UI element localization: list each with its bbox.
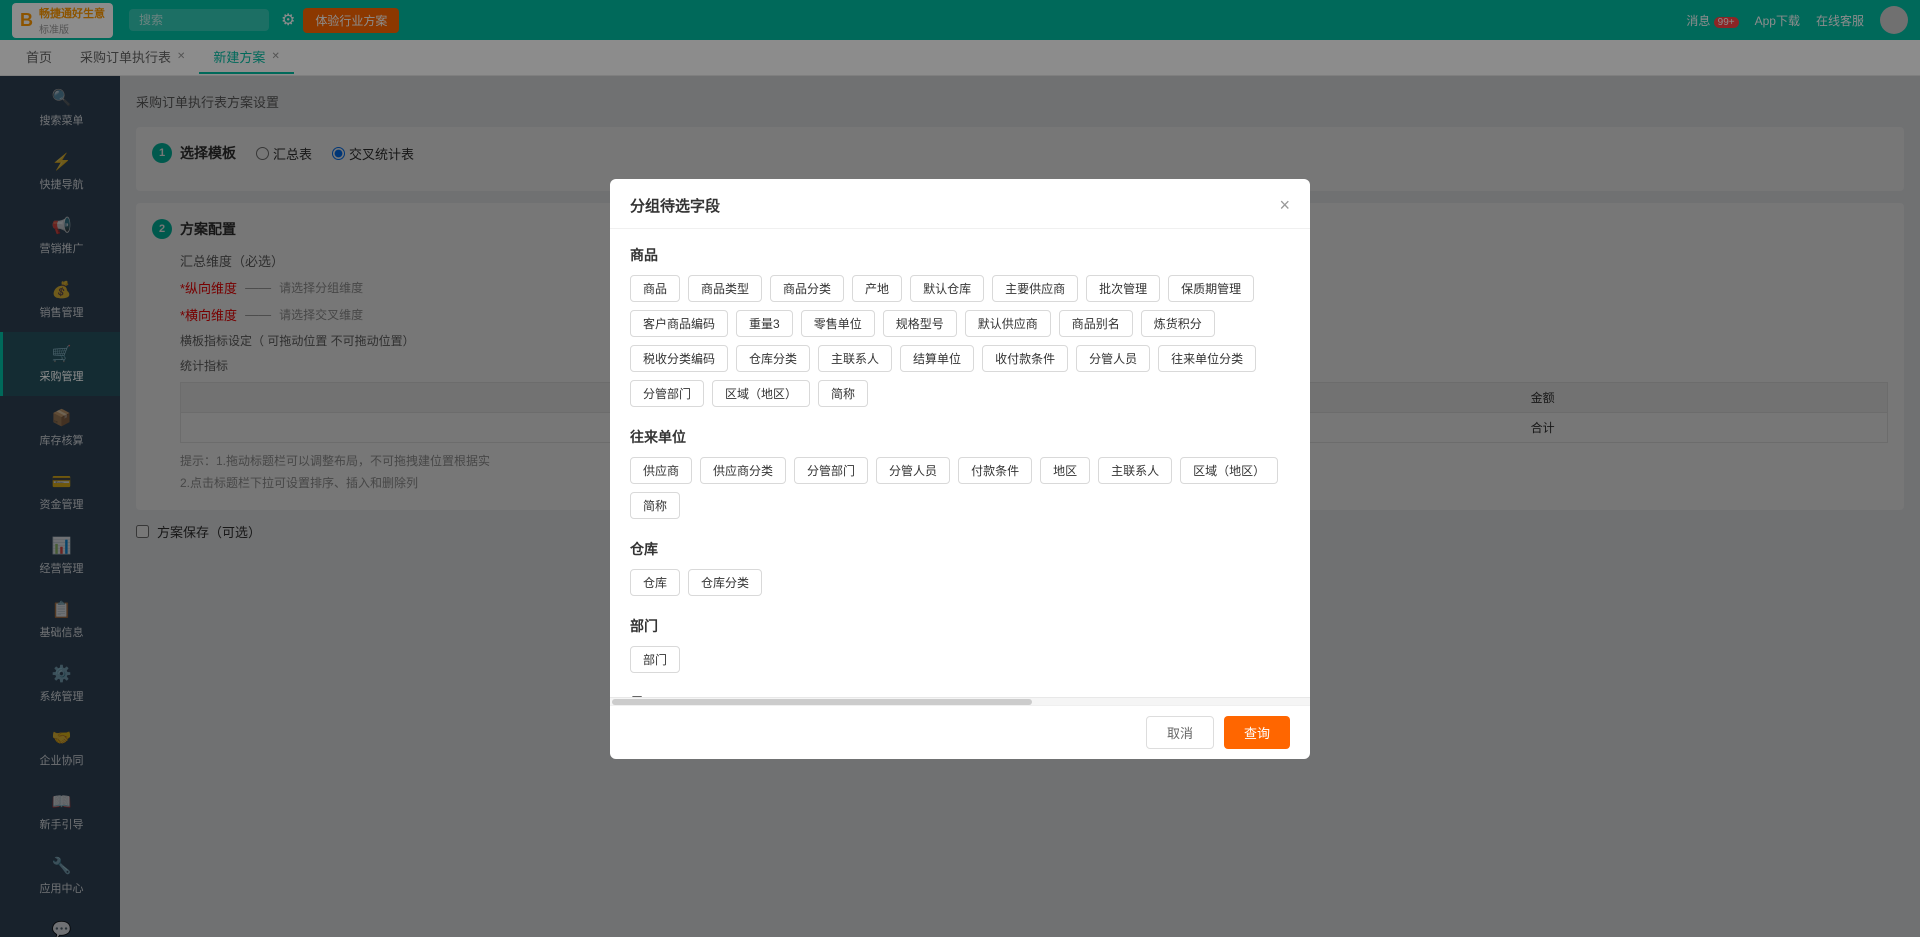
field-tag-supplier[interactable]: 供应商 <box>630 457 692 484</box>
field-tag-origin[interactable]: 产地 <box>852 275 902 302</box>
section-dept: 部门 部门 <box>630 616 1290 673</box>
field-tag-partner-supervisor[interactable]: 分管人员 <box>876 457 950 484</box>
modal-overlay: 分组待选字段 × 商品 商品 商品类型 商品分类 产地 默认仓库 主要供应商 批… <box>0 0 1920 937</box>
field-tag-spec-model[interactable]: 规格型号 <box>883 310 957 337</box>
field-tag-warehouse-cat[interactable]: 仓库分类 <box>688 569 762 596</box>
field-tag-supplier-category[interactable]: 供应商分类 <box>700 457 786 484</box>
field-tag-abbr[interactable]: 简称 <box>818 380 868 407</box>
section-dept-title: 部门 <box>630 616 1290 636</box>
modal-body: 商品 商品 商品类型 商品分类 产地 默认仓库 主要供应商 批次管理 保质期管理… <box>610 229 1310 697</box>
modal-confirm-btn[interactable]: 查询 <box>1224 716 1290 749</box>
modal-footer: 取消 查询 <box>610 705 1310 759</box>
field-tag-default-warehouse[interactable]: 默认仓库 <box>910 275 984 302</box>
field-tag-supervisor[interactable]: 分管人员 <box>1076 345 1150 372</box>
field-tag-redeem-points[interactable]: 炼货积分 <box>1141 310 1215 337</box>
field-tag-partner-dept[interactable]: 分管部门 <box>794 457 868 484</box>
field-tag-expiry-mgmt[interactable]: 保质期管理 <box>1168 275 1254 302</box>
goods-field-tags: 商品 商品类型 商品分类 产地 默认仓库 主要供应商 批次管理 保质期管理 客户… <box>630 275 1290 407</box>
section-goods: 商品 商品 商品类型 商品分类 产地 默认仓库 主要供应商 批次管理 保质期管理… <box>630 245 1290 407</box>
field-tag-partner-region[interactable]: 区域（地区） <box>1180 457 1278 484</box>
field-tag-settlement-unit[interactable]: 结算单位 <box>900 345 974 372</box>
modal-cancel-btn[interactable]: 取消 <box>1146 716 1214 749</box>
field-selection-modal: 分组待选字段 × 商品 商品 商品类型 商品分类 产地 默认仓库 主要供应商 批… <box>610 179 1310 759</box>
field-tag-goods-category[interactable]: 商品分类 <box>770 275 844 302</box>
section-warehouse-title: 仓库 <box>630 539 1290 559</box>
section-goods-title: 商品 <box>630 245 1290 265</box>
modal-horizontal-scrollbar[interactable] <box>610 697 1310 705</box>
warehouse-field-tags: 仓库 仓库分类 <box>630 569 1290 596</box>
field-tag-payment-terms[interactable]: 收付款条件 <box>982 345 1068 372</box>
section-partner-title: 往来单位 <box>630 427 1290 447</box>
field-tag-partner-category[interactable]: 往来单位分类 <box>1158 345 1256 372</box>
field-tag-main-contact[interactable]: 主联系人 <box>818 345 892 372</box>
field-tag-goods-alias[interactable]: 商品别名 <box>1059 310 1133 337</box>
field-tag-department[interactable]: 部门 <box>630 646 680 673</box>
field-tag-main-supplier[interactable]: 主要供应商 <box>992 275 1078 302</box>
field-tag-tax-code[interactable]: 税收分类编码 <box>630 345 728 372</box>
field-tag-warehouse-category[interactable]: 仓库分类 <box>736 345 810 372</box>
field-tag-area[interactable]: 地区 <box>1040 457 1090 484</box>
section-warehouse: 仓库 仓库 仓库分类 <box>630 539 1290 596</box>
partner-field-tags: 供应商 供应商分类 分管部门 分管人员 付款条件 地区 主联系人 区域（地区） … <box>630 457 1290 519</box>
modal-title: 分组待选字段 <box>630 195 720 216</box>
field-tag-goods-type[interactable]: 商品类型 <box>688 275 762 302</box>
field-tag-partner-abbr[interactable]: 简称 <box>630 492 680 519</box>
dept-field-tags: 部门 <box>630 646 1290 673</box>
field-tag-batch-mgmt[interactable]: 批次管理 <box>1086 275 1160 302</box>
field-tag-weight3[interactable]: 重量3 <box>736 310 793 337</box>
modal-close-btn[interactable]: × <box>1279 195 1290 216</box>
modal-header: 分组待选字段 × <box>610 179 1310 229</box>
field-tag-default-supplier[interactable]: 默认供应商 <box>965 310 1051 337</box>
section-partner: 往来单位 供应商 供应商分类 分管部门 分管人员 付款条件 地区 主联系人 区域… <box>630 427 1290 519</box>
field-tag-partner-contact[interactable]: 主联系人 <box>1098 457 1172 484</box>
field-tag-goods[interactable]: 商品 <box>630 275 680 302</box>
modal-hscroll-thumb <box>612 699 1032 705</box>
field-tag-retail-unit[interactable]: 零售单位 <box>801 310 875 337</box>
field-tag-dept[interactable]: 分管部门 <box>630 380 704 407</box>
field-tag-region[interactable]: 区域（地区） <box>712 380 810 407</box>
field-tag-pay-terms[interactable]: 付款条件 <box>958 457 1032 484</box>
field-tag-warehouse[interactable]: 仓库 <box>630 569 680 596</box>
field-tag-customer-code[interactable]: 客户商品编码 <box>630 310 728 337</box>
